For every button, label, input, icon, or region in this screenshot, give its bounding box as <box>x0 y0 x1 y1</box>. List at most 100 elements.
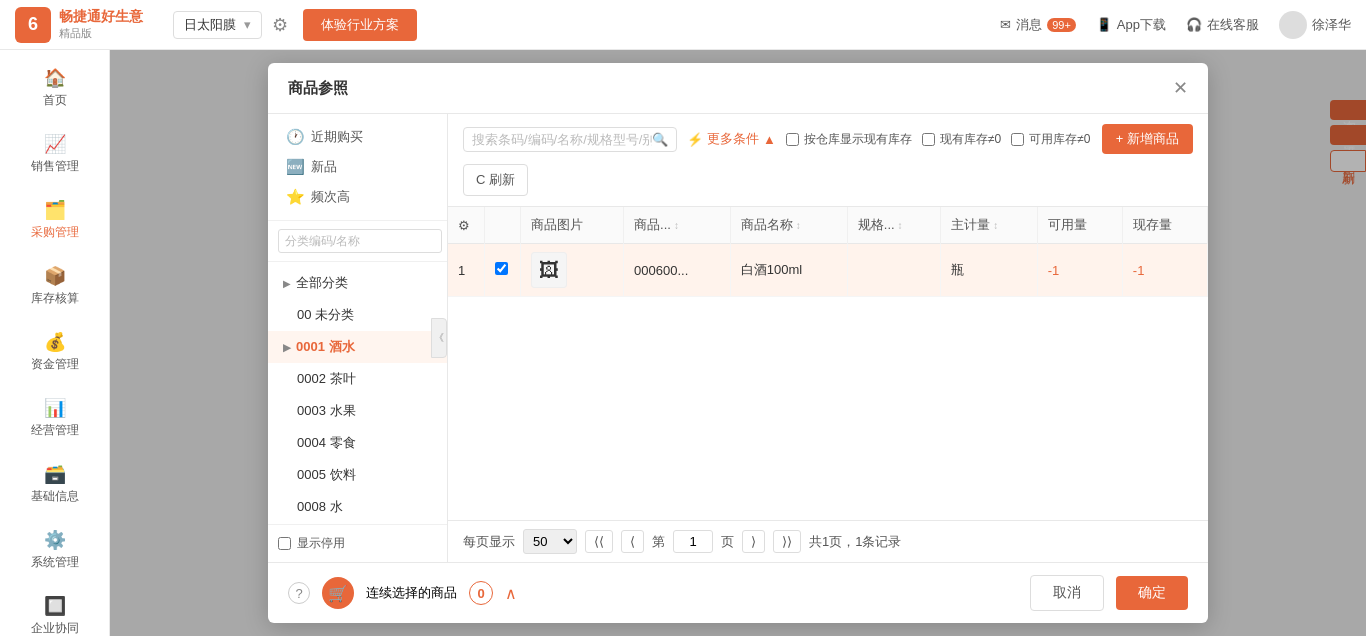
data-table-wrap: ⚙ 商品图片 商品...↕ 商品名称↕ 规格...↕ 主计量↕ 可用量 <box>448 207 1208 520</box>
shortcut-frequent[interactable]: ⭐ 频次高 <box>278 182 437 212</box>
warehouse-stock-checkbox[interactable] <box>786 133 799 146</box>
sidebar-label-sales: 销售管理 <box>31 158 79 175</box>
enterprise-icon: 🔲 <box>44 595 66 617</box>
col-name[interactable]: 商品名称↕ <box>730 207 847 244</box>
per-page-label: 每页显示 <box>463 533 515 551</box>
modal-header: 商品参照 ✕ <box>268 63 1208 114</box>
modal-footer: ? 🛒 连续选择的商品 0 ∧ 取消 确定 <box>268 562 1208 623</box>
add-product-button[interactable]: + 新增商品 <box>1102 124 1193 154</box>
col-unit[interactable]: 主计量↕ <box>941 207 1037 244</box>
message-btn[interactable]: ✉ 消息 99+ <box>1000 16 1076 34</box>
cell-name: 白酒100ml <box>730 244 847 297</box>
category-drink[interactable]: 0005 饮料 <box>268 459 447 491</box>
product-reference-modal: 商品参照 ✕ 🕐 近期购买 <box>268 63 1208 623</box>
sidebar-item-home[interactable]: 🏠 首页 <box>0 55 109 121</box>
first-page-btn[interactable]: ⟨⟨ <box>585 530 613 553</box>
col-code[interactable]: 商品...↕ <box>624 207 731 244</box>
show-disabled-checkbox[interactable] <box>278 537 291 550</box>
sidebar-item-finance[interactable]: 💰 资金管理 <box>0 319 109 385</box>
category-footer: 显示停用 <box>268 524 447 562</box>
page-number-input[interactable] <box>673 530 713 553</box>
service-btn[interactable]: 🎧 在线客服 <box>1186 16 1259 34</box>
store-selector[interactable]: 日太阳膜 ▾ <box>173 11 262 39</box>
nonzero-stock-checkbox[interactable] <box>922 133 935 146</box>
sidebar-item-sales[interactable]: 📈 销售管理 <box>0 121 109 187</box>
modal-body: 🕐 近期购买 🆕 新品 ⭐ 频次高 <box>268 114 1208 562</box>
next-page-btn[interactable]: ⟩ <box>742 530 765 553</box>
table-head: ⚙ 商品图片 商品...↕ 商品名称↕ 规格...↕ 主计量↕ 可用量 <box>448 207 1208 244</box>
category-uncategorized[interactable]: 00 未分类 <box>268 299 447 331</box>
help-icon[interactable]: ? <box>288 582 310 604</box>
col-available: 可用量 <box>1037 207 1122 244</box>
avatar <box>1279 11 1307 39</box>
pagination-bar: 每页显示 50 100 ⟨⟨ ⟨ 第 页 ⟩ <box>448 520 1208 562</box>
total-info: 共1页，1条记录 <box>809 533 901 551</box>
category-fruit[interactable]: 0003 水果 <box>268 395 447 427</box>
category-water-label: 0008 水 <box>297 498 343 516</box>
category-liquor[interactable]: ▶ 0001 酒水 <box>268 331 447 363</box>
sidebar-label-system: 系统管理 <box>31 554 79 571</box>
cart-icon[interactable]: 🛒 <box>322 577 354 609</box>
modal-title: 商品参照 <box>288 79 348 98</box>
product-search-input[interactable] <box>472 132 652 147</box>
product-table: ⚙ 商品图片 商品...↕ 商品名称↕ 规格...↕ 主计量↕ 可用量 <box>448 207 1208 297</box>
sidebar-item-operation[interactable]: 📊 经营管理 <box>0 385 109 451</box>
app-label: App下载 <box>1117 16 1166 34</box>
gear-icon[interactable]: ⚙ <box>272 14 288 36</box>
refresh-button[interactable]: C 刷新 <box>463 164 528 196</box>
category-search-input[interactable] <box>278 229 442 253</box>
sidebar: 🏠 首页 📈 销售管理 🗂️ 采购管理 📦 库存核算 💰 资金管理 📊 经营管理… <box>0 50 110 636</box>
sidebar-item-system[interactable]: ⚙️ 系统管理 <box>0 517 109 583</box>
modal-close-button[interactable]: ✕ <box>1173 77 1188 99</box>
basic-icon: 🗃️ <box>44 463 66 485</box>
available-stock-label: 可用库存≠0 <box>1029 131 1090 148</box>
col-settings[interactable]: ⚙ <box>448 207 484 244</box>
category-water[interactable]: 0008 水 <box>268 491 447 523</box>
sidebar-item-enterprise[interactable]: 🔲 企业协同 <box>0 583 109 636</box>
more-filter-button[interactable]: ⚡ 更多条件 ▲ <box>687 130 776 148</box>
nonzero-stock-label: 现有库存≠0 <box>940 131 1001 148</box>
category-tea[interactable]: 0002 茶叶 <box>268 363 447 395</box>
warehouse-stock-label: 按仓库显示现有库存 <box>804 131 912 148</box>
table-row[interactable]: 1 🖼 000600... <box>448 244 1208 297</box>
shortcut-recent[interactable]: 🕐 近期购买 <box>278 122 437 152</box>
available-stock-checkbox[interactable] <box>1011 133 1024 146</box>
row-checkbox[interactable] <box>495 262 508 275</box>
last-page-btn[interactable]: ⟩⟩ <box>773 530 801 553</box>
show-disabled-label: 显示停用 <box>297 535 345 552</box>
nav-right: ✉ 消息 99+ 📱 App下载 🎧 在线客服 徐泽华 <box>1000 11 1351 39</box>
category-search: 🔍 <box>268 221 447 262</box>
trial-button[interactable]: 体验行业方案 <box>303 9 417 41</box>
shortcut-new[interactable]: 🆕 新品 <box>278 152 437 182</box>
cancel-button[interactable]: 取消 <box>1030 575 1104 611</box>
sidebar-item-inventory[interactable]: 📦 库存核算 <box>0 253 109 319</box>
category-all[interactable]: ▶ 全部分类 <box>268 267 447 299</box>
product-search-box: 🔍 <box>463 127 677 152</box>
arrow-icon-liquor: ▶ <box>283 342 291 353</box>
sidebar-item-basic[interactable]: 🗃️ 基础信息 <box>0 451 109 517</box>
prev-page-btn[interactable]: ⟨ <box>621 530 644 553</box>
main-layout: 🏠 首页 📈 销售管理 🗂️ 采购管理 📦 库存核算 💰 资金管理 📊 经营管理… <box>0 50 1366 636</box>
col-spec[interactable]: 规格...↕ <box>847 207 940 244</box>
cell-unit: 瓶 <box>941 244 1037 297</box>
category-snack-label: 0004 零食 <box>297 434 356 452</box>
category-snack[interactable]: 0004 零食 <box>268 427 447 459</box>
finance-icon: 💰 <box>44 331 66 353</box>
collapse-arrow-icon[interactable]: ∧ <box>505 584 517 603</box>
sidebar-label-home: 首页 <box>43 92 67 109</box>
search-icon: 🔍 <box>447 234 448 249</box>
continuous-label: 连续选择的商品 <box>366 584 457 602</box>
inventory-icon: 📦 <box>44 265 66 287</box>
logo-area: 6 畅捷通好生意 精品版 <box>15 7 143 43</box>
category-all-label: 全部分类 <box>296 274 348 292</box>
col-image: 商品图片 <box>520 207 624 244</box>
star-icon: ⭐ <box>286 188 305 206</box>
app-download-btn[interactable]: 📱 App下载 <box>1096 16 1166 34</box>
confirm-button[interactable]: 确定 <box>1116 576 1188 610</box>
user-area[interactable]: 徐泽华 <box>1279 11 1351 39</box>
sidebar-item-purchase[interactable]: 🗂️ 采购管理 <box>0 187 109 253</box>
collapse-button[interactable]: 《 <box>431 318 447 358</box>
per-page-select[interactable]: 50 100 <box>523 529 577 554</box>
message-icon: ✉ <box>1000 17 1011 32</box>
category-panel: 🕐 近期购买 🆕 新品 ⭐ 频次高 <box>268 114 448 562</box>
